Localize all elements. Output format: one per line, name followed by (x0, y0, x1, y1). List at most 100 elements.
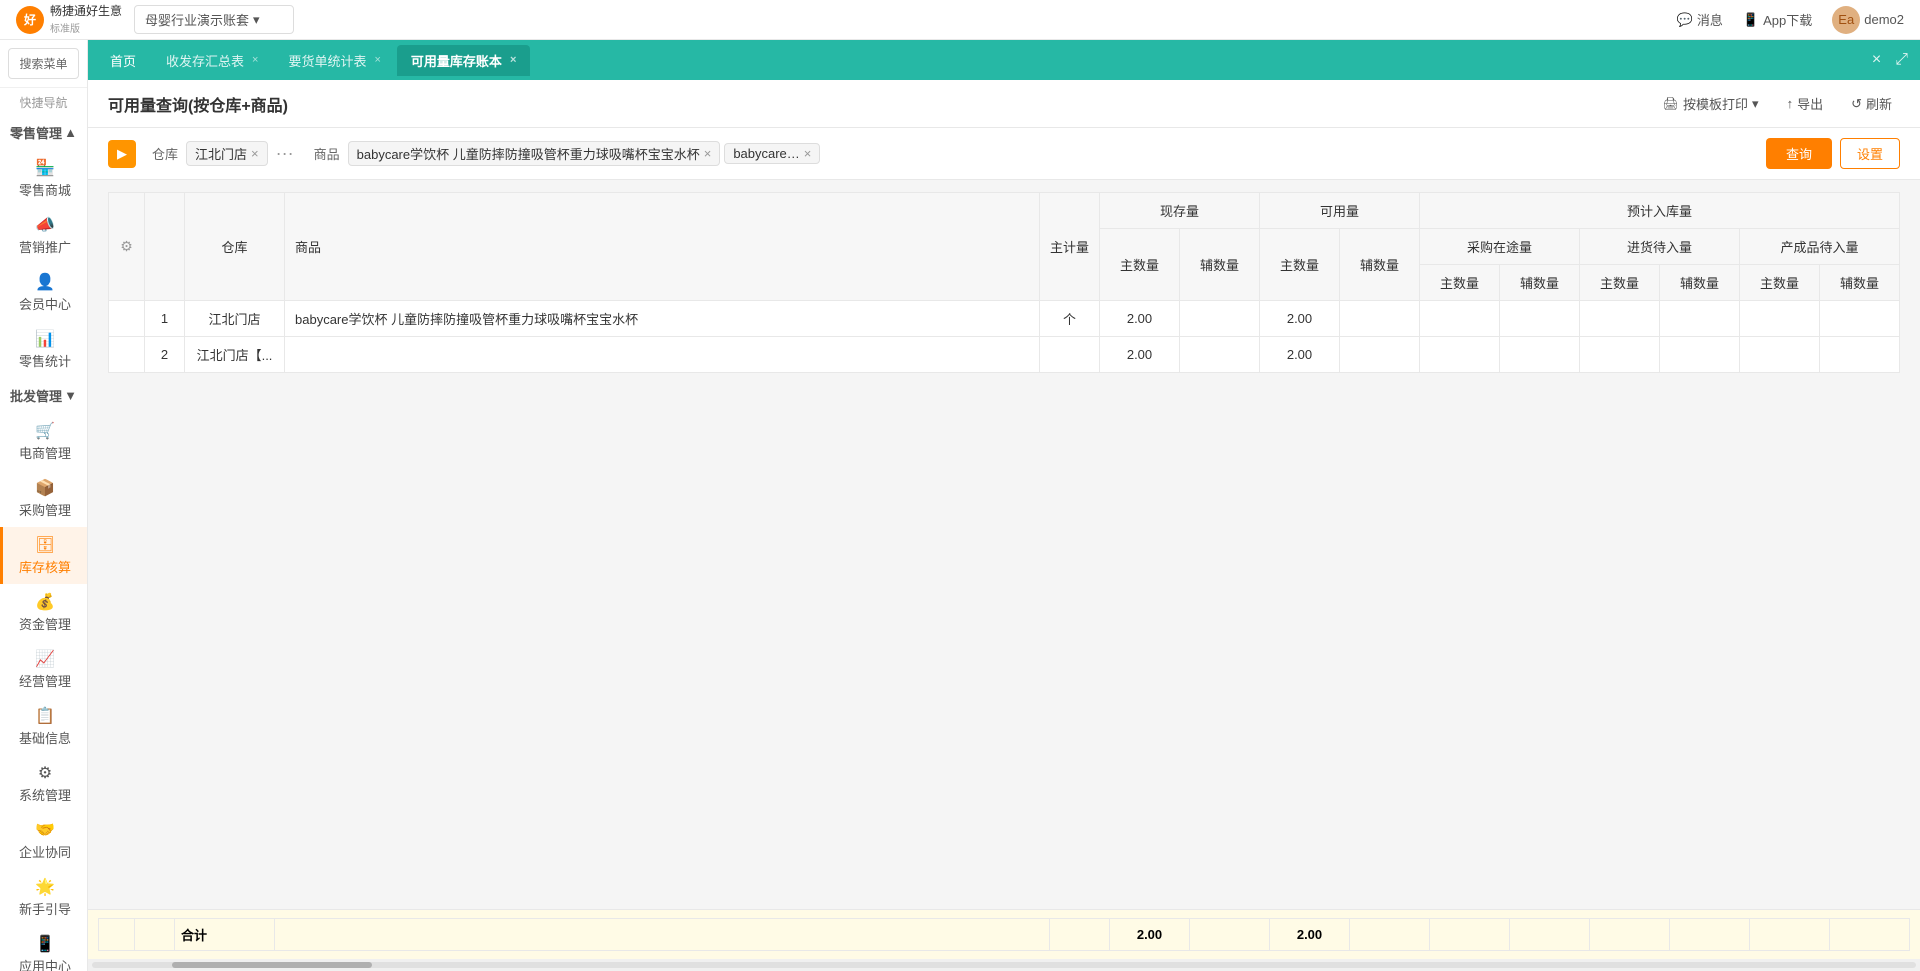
logo-text: 畅捷通好生意 (50, 4, 122, 20)
top-bar-left: 好 畅捷通好生意 标准版 母婴行业演示账套 ▾ (16, 4, 294, 35)
sidebar-item-retail-shop[interactable]: 🏪 零售商城 (0, 150, 87, 207)
th-production-main: 主数量 (1740, 265, 1820, 301)
app-center-icon: 📱 (35, 934, 55, 954)
tab-close-receivable[interactable]: × (252, 54, 258, 66)
expand-icon: ▲ (64, 125, 77, 140)
filter-toggle-btn[interactable]: ▶ (108, 140, 136, 168)
cell-unit-1 (1039, 337, 1099, 373)
page-content: 可用量查询(按仓库+商品) 🖨 按模板打印 ▾ ↑ 导出 ↺ 刷新 (88, 80, 1920, 971)
message-label: 消息 (1697, 10, 1723, 29)
system-icon: ⚙ (38, 763, 52, 783)
sidebar-item-member[interactable]: 👤 会员中心 (0, 264, 87, 321)
refresh-btn[interactable]: ↺ 刷新 (1843, 90, 1900, 117)
tab-order-stats[interactable]: 要货单统计表 × (274, 45, 394, 76)
logo-sub: 标准版 (50, 20, 122, 35)
app-download-label: App下载 (1763, 10, 1812, 29)
member-icon: 👤 (35, 272, 55, 292)
search-menu-btn[interactable]: 搜索菜单 (8, 48, 79, 79)
th-purchase-transit: 采购在途量 (1420, 229, 1580, 265)
cell-warehouse-0: 江北门店 (185, 301, 285, 337)
sidebar-item-system[interactable]: ⚙ 系统管理 (0, 755, 87, 812)
th-purchase-aux: 辅数量 (1500, 265, 1580, 301)
cell-purchase-aux-1 (1500, 337, 1580, 373)
warehouse-label: 仓库 (152, 144, 178, 163)
th-current-main: 主数量 (1100, 229, 1180, 301)
th-goods-main: 主数量 (1580, 265, 1660, 301)
th-product: 商品 (285, 193, 1040, 301)
operations-icon: 📈 (35, 649, 55, 669)
message-btn[interactable]: 💬 消息 (1677, 10, 1723, 29)
sidebar-item-inventory[interactable]: 🗄 库存核算 (0, 527, 87, 584)
filter-bar: ▶ 仓库 江北门店 × ··· 商品 (88, 128, 1920, 180)
tab-home[interactable]: 首页 (96, 45, 150, 76)
tab-bar-right: × ⤢ (1868, 47, 1912, 73)
export-btn[interactable]: ↑ 导出 (1779, 90, 1832, 117)
cell-current-main-1: 2.00 (1100, 337, 1180, 373)
sidebar-item-purchase[interactable]: 📦 采购管理 (0, 470, 87, 527)
sidebar-item-finance[interactable]: 💰 资金管理 (0, 584, 87, 641)
print-btn[interactable]: 🖨 按模板打印 ▾ (1655, 90, 1767, 117)
top-bar: 好 畅捷通好生意 标准版 母婴行业演示账套 ▾ 💬 消息 📱 App下载 Ea … (0, 0, 1920, 40)
th-current-aux: 辅数量 (1180, 229, 1260, 301)
sidebar-item-marketing[interactable]: 📣 营销推广 (0, 207, 87, 264)
scroll-track[interactable] (92, 962, 1916, 968)
tab-receivable[interactable]: 收发存汇总表 × (152, 45, 272, 76)
stats-icon: 📊 (35, 329, 55, 349)
tab-available-stock[interactable]: 可用量库存账本 × (397, 45, 530, 76)
collab-icon: 🤝 (35, 820, 55, 840)
sidebar-item-operations[interactable]: 📈 经营管理 (0, 641, 87, 698)
tab-close-available-stock[interactable]: × (510, 54, 516, 66)
product-tag-0-close[interactable]: × (704, 146, 712, 161)
tab-close-order-stats[interactable]: × (374, 54, 380, 66)
logo-icon: 好 (16, 6, 44, 34)
sidebar-item-retail-stats[interactable]: 📊 零售统计 (0, 321, 87, 378)
cell-goods-aux-0 (1660, 301, 1740, 337)
th-available: 可用量 (1260, 193, 1420, 229)
app-download-btn[interactable]: 📱 App下载 (1743, 10, 1812, 29)
sidebar-item-enterprise-collab[interactable]: 🤝 企业协同 (0, 812, 87, 869)
settings-btn[interactable]: 设置 (1840, 138, 1900, 169)
sidebar-item-basic-info[interactable]: 📋 基础信息 (0, 698, 87, 755)
cell-production-main-1 (1740, 337, 1820, 373)
inventory-icon: 🗄 (35, 535, 55, 555)
th-unit: 主计量 (1039, 193, 1099, 301)
export-icon: ↑ (1787, 96, 1794, 111)
sidebar-item-wholesale[interactable]: 批发管理 ▼ (0, 378, 87, 413)
industry-selector[interactable]: 母婴行业演示账套 ▾ (134, 5, 294, 34)
cell-product-1 (285, 337, 1040, 373)
purchase-icon: 📦 (35, 478, 55, 498)
product-tag-1: babycare… × (724, 143, 820, 164)
expand-icon: ▶ (117, 146, 127, 162)
product-tag-1-close[interactable]: × (804, 146, 812, 161)
table-container[interactable]: ⚙ 仓库 商品 主计量 现存量 可用量 预计入库量 主数量 辅数 (88, 180, 1920, 909)
product-tag-0: babycare学饮杯 儿童防摔防撞吸管杯重力球吸嘴杯宝宝水杯 × (348, 141, 721, 166)
product-label: 商品 (314, 144, 340, 163)
sidebar-search-area: 搜索菜单 (0, 40, 87, 88)
summary-available-main: 2.00 (1270, 919, 1350, 951)
onboarding-icon: 🌟 (35, 877, 55, 897)
scroll-thumb[interactable] (172, 962, 372, 968)
scroll-bar-area[interactable] (88, 959, 1920, 971)
table-settings-icon[interactable]: ⚙ (120, 238, 133, 254)
sidebar: 搜索菜单 快捷导航 零售管理 ▲ 🏪 零售商城 📣 营销推广 👤 会员中心 📊 … (0, 40, 88, 971)
warehouse-tags: 江北门店 × ··· (186, 141, 298, 166)
sidebar-item-retail-mgmt[interactable]: 零售管理 ▲ (0, 115, 87, 150)
th-no (145, 193, 185, 301)
warehouse-more-btn[interactable]: ··· (272, 143, 298, 164)
product-filter-group: 商品 babycare学饮杯 儿童防摔防撞吸管杯重力球吸嘴杯宝宝水杯 × bab… (314, 141, 821, 166)
cell-product-0: babycare学饮杯 儿童防摔防撞吸管杯重力球吸嘴杯宝宝水杯 (285, 301, 1040, 337)
print-chevron-icon: ▾ (1752, 96, 1759, 112)
user-area[interactable]: Ea demo2 (1832, 6, 1904, 34)
th-available-main: 主数量 (1260, 229, 1340, 301)
main-layout: 搜索菜单 快捷导航 零售管理 ▲ 🏪 零售商城 📣 营销推广 👤 会员中心 📊 … (0, 40, 1920, 971)
tab-close-all-btn[interactable]: × (1868, 47, 1885, 73)
sidebar-item-onboarding[interactable]: 🌟 新手引导 (0, 869, 87, 926)
warehouse-tag-close[interactable]: × (251, 146, 259, 161)
tab-maximize-btn[interactable]: ⤢ (1891, 47, 1912, 73)
sidebar-item-ecommerce[interactable]: 🛒 电商管理 (0, 413, 87, 470)
chevron-down-icon: ▾ (253, 12, 260, 28)
query-btn[interactable]: 查询 (1766, 138, 1832, 169)
sidebar-item-app-center[interactable]: 📱 应用中心 (0, 926, 87, 971)
th-production-aux: 辅数量 (1820, 265, 1900, 301)
cell-current-main-0: 2.00 (1100, 301, 1180, 337)
